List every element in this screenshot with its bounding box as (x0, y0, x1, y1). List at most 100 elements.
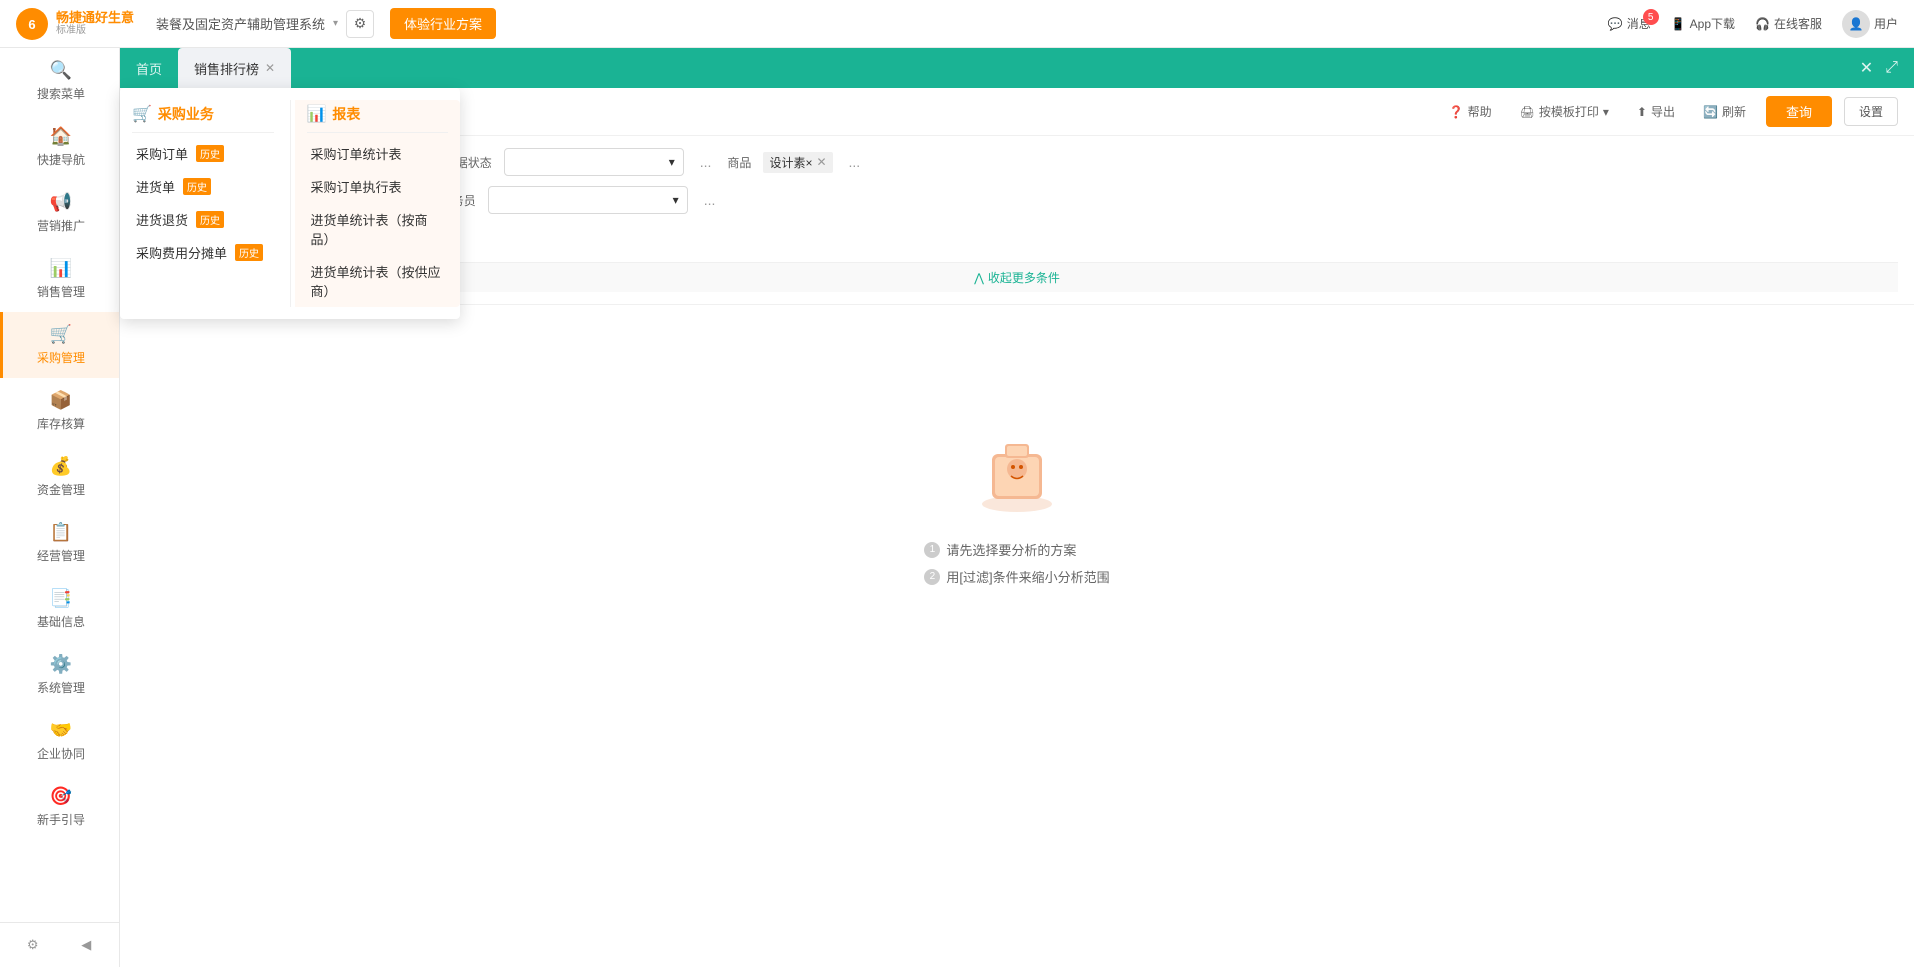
avatar: 👤 (1842, 10, 1870, 38)
sidebar-label-collab: 企业协同 (37, 745, 85, 762)
home-icon: 🏠 (50, 126, 72, 147)
goods-tag-close-button[interactable]: ✕ (816, 155, 826, 169)
history-badge-2: 历史 (196, 211, 224, 228)
empty-illustration (967, 424, 1067, 524)
tab-close-all-button[interactable]: ✕ (1860, 58, 1873, 78)
refresh-button[interactable]: 🔄 刷新 (1695, 99, 1754, 124)
goods-tag: 设计素× ✕ (763, 152, 832, 173)
user-menu-button[interactable]: 👤 用户 (1842, 10, 1898, 38)
empty-tip-1: 1 请先选择要分析的方案 (924, 540, 1109, 559)
dropdown-item-stock-stats-supplier[interactable]: 进货单统计表（按供应商） (307, 255, 449, 307)
sidebar-item-sales[interactable]: 📊 销售管理 (0, 246, 119, 312)
sidebar-item-search[interactable]: 🔍 搜索菜单 (0, 48, 119, 114)
sidebar-item-inventory[interactable]: 📦 库存核算 (0, 378, 119, 444)
sidebar: 🔍 搜索菜单 🏠 快捷导航 📢 营销推广 📊 销售管理 🛒 采购管理 📦 库存核… (0, 48, 120, 967)
print-dropdown-icon: ▾ (1603, 105, 1609, 119)
sidebar-item-collab[interactable]: 🤝 企业协同 (0, 708, 119, 774)
empty-tips-list: 1 请先选择要分析的方案 2 用[过滤]条件来缩小分析范围 (924, 540, 1109, 586)
industry-plan-button[interactable]: 体验行业方案 (390, 8, 496, 39)
goods-dots-button[interactable]: ... (845, 154, 865, 170)
salesman-dropdown-icon: ▾ (673, 193, 679, 207)
dropdown-sections: 🛒 采购业务 采购订单 历史 进货单 历史 进货退货 历史 采购费用分摊单 (120, 100, 460, 307)
tab-expand-button[interactable]: ⤢ (1885, 59, 1898, 77)
tip-num-2: 2 (924, 569, 940, 585)
report-section-icon: 📊 (307, 104, 327, 124)
goods-label: 商品 (727, 154, 751, 171)
salesman-select[interactable]: ▾ (488, 186, 688, 214)
report-section: 📊 报表 采购订单统计表 采购订单执行表 进货单统计表（按商品） 进货单统计表（… (295, 100, 461, 307)
status-dropdown-icon: ▾ (669, 155, 675, 169)
tab-home[interactable]: 首页 (120, 48, 178, 88)
headset-icon: 🎧 (1755, 17, 1770, 31)
phone-icon: 📱 (1671, 17, 1686, 31)
dropdown-item-stock-return[interactable]: 进货退货 历史 (132, 203, 274, 236)
tab-controls: ✕ ⤢ (1860, 58, 1898, 78)
system-name-area: 装餐及固定资产辅助管理系统 ▾ ⚙ 体验行业方案 (156, 8, 1608, 39)
dropdown-overlay: 🛒 采购业务 采购订单 历史 进货单 历史 进货退货 历史 采购费用分摊单 (120, 88, 460, 319)
tab-close-button[interactable]: ✕ (265, 61, 275, 75)
purchase-section-icon: 🛒 (132, 104, 152, 124)
status-dots-button[interactable]: ... (696, 154, 716, 170)
sidebar-item-operation[interactable]: 📋 经营管理 (0, 510, 119, 576)
tab-sales-rank-label: 销售排行榜 (194, 59, 259, 78)
online-service-button[interactable]: 🎧 在线客服 (1755, 15, 1822, 32)
sales-icon: 📊 (50, 258, 72, 279)
logo-sub: 标准版 (56, 25, 134, 37)
tab-home-label: 首页 (136, 59, 162, 78)
purchase-section-title: 🛒 采购业务 (132, 100, 274, 133)
dropdown-item-order-stats[interactable]: 采购订单统计表 (307, 137, 449, 170)
dropdown-item-purchase-order[interactable]: 采购订单 历史 (132, 137, 274, 170)
print-template-button[interactable]: 🖨 按模板打印 ▾ (1512, 99, 1617, 124)
tab-bar: 首页 销售排行榜 ✕ ✕ ⤢ (120, 48, 1914, 88)
purchase-section: 🛒 采购业务 采购订单 历史 进货单 历史 进货退货 历史 采购费用分摊单 (120, 100, 286, 307)
logo-text: 畅捷通好生意 标准版 (56, 10, 134, 38)
sidebar-item-finance[interactable]: 💰 资金管理 (0, 444, 119, 510)
status-select[interactable]: ▾ (504, 148, 684, 176)
sidebar-item-purchase[interactable]: 🛒 采购管理 (0, 312, 119, 378)
history-badge-0: 历史 (196, 145, 224, 162)
empty-tip-2: 2 用[过滤]条件来缩小分析范围 (924, 567, 1109, 586)
system-name-text: 装餐及固定资产辅助管理系统 (156, 14, 325, 33)
report-section-title: 📊 报表 (307, 100, 449, 133)
help-icon: ❓ (1449, 105, 1464, 119)
collab-icon: 🤝 (50, 720, 72, 741)
sidebar-settings-button[interactable]: ⚙ (8, 931, 58, 959)
history-badge-3: 历史 (235, 244, 263, 261)
operation-icon: 📋 (50, 522, 72, 543)
sidebar-label-operation: 经营管理 (37, 547, 85, 564)
user-label: 用户 (1874, 15, 1898, 32)
sidebar-item-marketing[interactable]: 📢 营销推广 (0, 180, 119, 246)
dropdown-item-order-exec[interactable]: 采购订单执行表 (307, 170, 449, 203)
export-button[interactable]: ⬆ 导出 (1629, 99, 1683, 124)
sidebar-bottom: ⚙ ◀ (0, 922, 119, 967)
sidebar-label-system: 系统管理 (37, 679, 85, 696)
salesman-dots-button[interactable]: ... (700, 192, 720, 208)
sidebar-item-nav[interactable]: 🏠 快捷导航 (0, 114, 119, 180)
tab-sales-rank[interactable]: 销售排行榜 ✕ (178, 48, 291, 88)
app-download-button[interactable]: 📱 App下载 (1671, 15, 1735, 32)
print-icon: 🖨 (1520, 105, 1535, 119)
query-button[interactable]: 查询 (1766, 96, 1832, 127)
top-header: 6 畅捷通好生意 标准版 装餐及固定资产辅助管理系统 ▾ ⚙ 体验行业方案 💬 … (0, 0, 1914, 48)
sidebar-collapse-button[interactable]: ◀ (62, 931, 112, 959)
sidebar-item-guide[interactable]: 🎯 新手引导 (0, 774, 119, 840)
message-icon: 💬 (1608, 17, 1623, 31)
sidebar-item-basic[interactable]: 📑 基础信息 (0, 576, 119, 642)
dropdown-item-purchase-expense[interactable]: 采购费用分摊单 历史 (132, 236, 274, 269)
system-dropdown-arrow-icon[interactable]: ▾ (333, 18, 338, 29)
settings-button[interactable]: 设置 (1844, 97, 1898, 126)
sidebar-item-system[interactable]: ⚙️ 系统管理 (0, 642, 119, 708)
sidebar-label-guide: 新手引导 (37, 811, 85, 828)
system-settings-button[interactable]: ⚙ (346, 10, 374, 38)
help-button[interactable]: ❓ 帮助 (1441, 99, 1500, 124)
sidebar-label-sales: 销售管理 (37, 283, 85, 300)
dropdown-menu: 🛒 采购业务 采购订单 历史 进货单 历史 进货退货 历史 采购费用分摊单 (120, 88, 460, 319)
sidebar-label-marketing: 营销推广 (37, 217, 85, 234)
guide-icon: 🎯 (50, 786, 72, 807)
message-button[interactable]: 💬 5 消息 (1608, 15, 1651, 32)
empty-state: 1 请先选择要分析的方案 2 用[过滤]条件来缩小分析范围 (120, 305, 1914, 705)
dropdown-item-stock-stats-goods[interactable]: 进货单统计表（按商品） (307, 203, 449, 255)
dropdown-item-stock-in[interactable]: 进货单 历史 (132, 170, 274, 203)
export-icon: ⬆ (1637, 105, 1647, 119)
logo-icon: 6 (16, 8, 48, 40)
